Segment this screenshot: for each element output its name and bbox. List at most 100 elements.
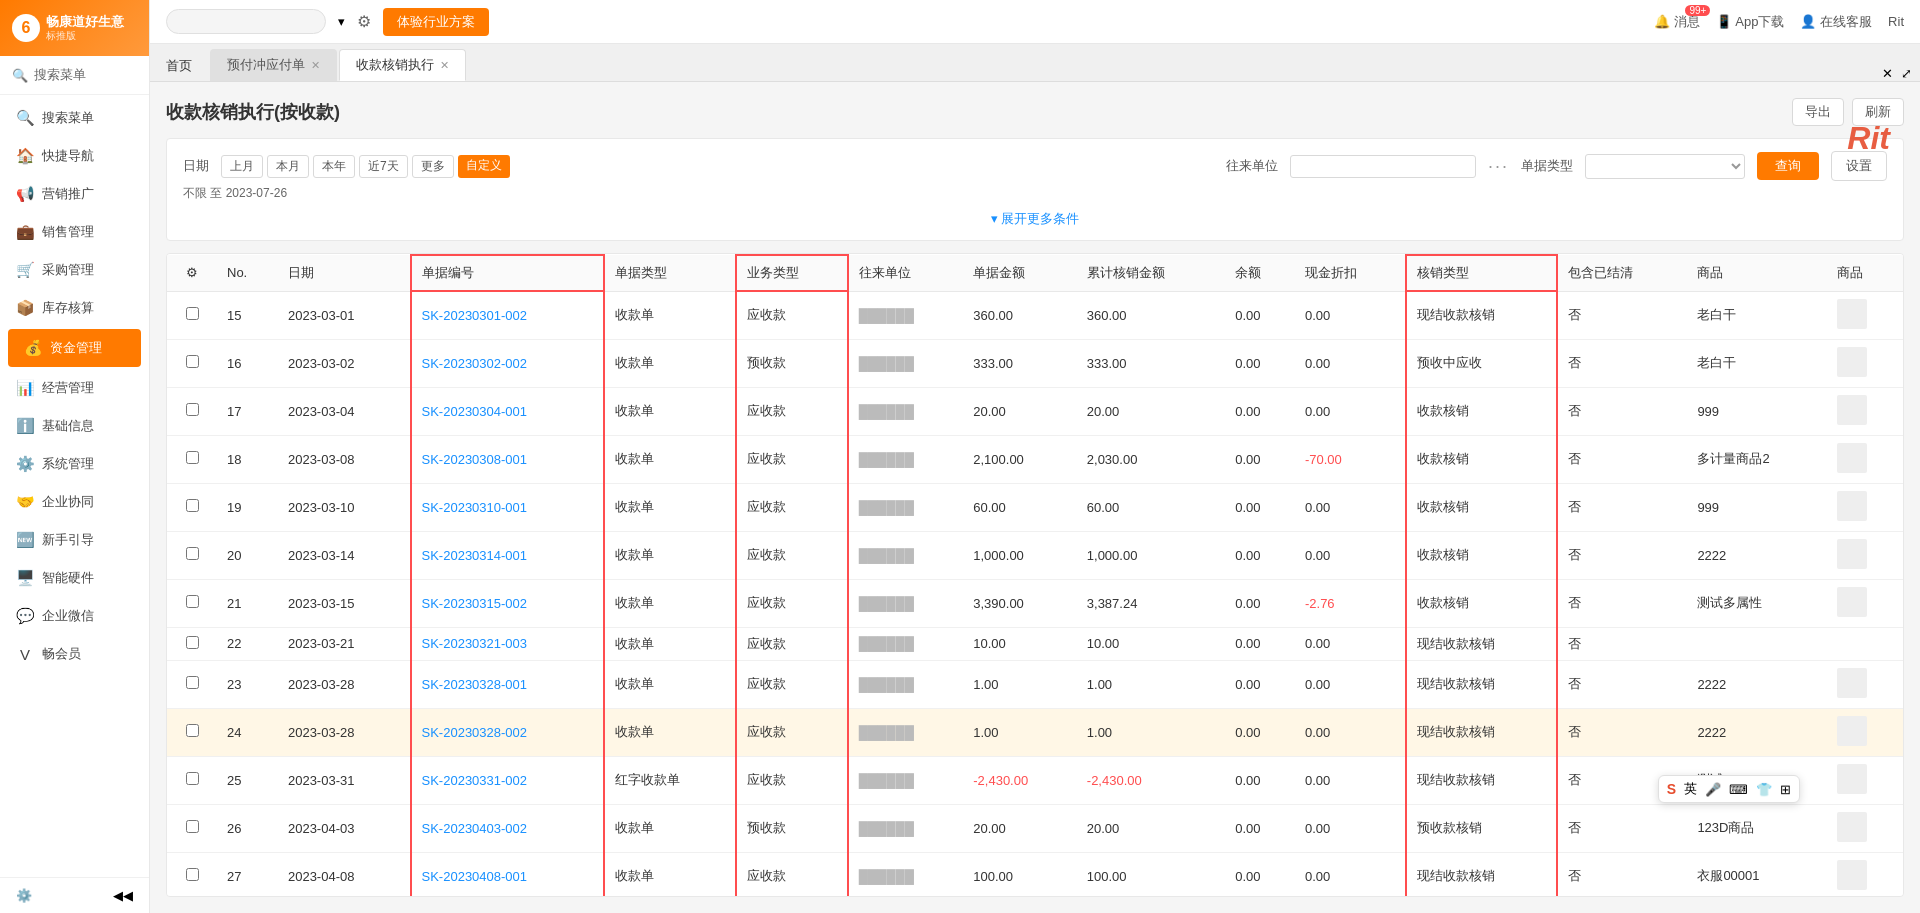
settings-col-icon[interactable]: ⚙ xyxy=(186,265,198,280)
ime-keyboard-icon[interactable]: ⌨ xyxy=(1729,782,1748,797)
inventory-icon: 📦 xyxy=(16,299,34,317)
sidebar-item-member[interactable]: V 畅会员 xyxy=(0,635,149,673)
sidebar-item-sales[interactable]: 💼 销售管理 xyxy=(0,213,149,251)
sidebar-item-operations[interactable]: 📊 经营管理 xyxy=(0,369,149,407)
sidebar-item-hardware[interactable]: 🖥️ 智能硬件 xyxy=(0,559,149,597)
sidebar-item-inventory[interactable]: 📦 库存核算 xyxy=(0,289,149,327)
sidebar-item-shortcut[interactable]: 🏠 快捷导航 xyxy=(0,137,149,175)
ime-grid-icon[interactable]: ⊞ xyxy=(1780,782,1791,797)
sidebar-item-wechat[interactable]: 💬 企业微信 xyxy=(0,597,149,635)
partner-input[interactable] xyxy=(1290,155,1476,178)
sidebar-search[interactable]: 🔍 搜索菜单 xyxy=(0,56,149,95)
cell-partner: ██████ xyxy=(848,708,964,756)
skucode-link[interactable]: SK-20230328-002 xyxy=(422,725,528,740)
row-checkbox-0[interactable] xyxy=(186,307,199,320)
row-checkbox-6[interactable] xyxy=(186,595,199,608)
skucode-link[interactable]: SK-20230328-001 xyxy=(422,677,528,692)
tab-receivable-close-icon[interactable]: ✕ xyxy=(440,59,449,72)
row-checkbox-12[interactable] xyxy=(186,868,199,881)
last-month-btn[interactable]: 上月 xyxy=(221,155,263,178)
cell-checkbox[interactable] xyxy=(167,531,217,579)
collapse-icon[interactable]: ◀◀ xyxy=(113,888,133,903)
row-checkbox-9[interactable] xyxy=(186,724,199,737)
skucode-link[interactable]: SK-20230321-003 xyxy=(422,636,528,651)
export-button[interactable]: 导出 xyxy=(1792,98,1844,126)
cell-checkbox[interactable] xyxy=(167,387,217,435)
app-download[interactable]: 📱 App下载 xyxy=(1716,13,1784,31)
sidebar-item-marketing[interactable]: 📢 营销推广 xyxy=(0,175,149,213)
th-settings[interactable]: ⚙ xyxy=(167,255,217,291)
this-year-btn[interactable]: 本年 xyxy=(313,155,355,178)
doc-type-select[interactable] xyxy=(1585,154,1745,179)
sidebar-item-search[interactable]: 🔍 搜索菜单 xyxy=(0,99,149,137)
tab-receivable[interactable]: 收款核销执行 ✕ xyxy=(339,49,466,81)
row-checkbox-4[interactable] xyxy=(186,499,199,512)
row-checkbox-10[interactable] xyxy=(186,772,199,785)
tab-home[interactable]: 首页 xyxy=(150,51,208,81)
skucode-link[interactable]: SK-20230403-002 xyxy=(422,821,528,836)
solution-button[interactable]: 体验行业方案 xyxy=(383,8,489,36)
sidebar-item-finance[interactable]: 💰 资金管理 xyxy=(8,329,141,367)
close-tab-icon[interactable]: ✕ xyxy=(1882,66,1893,81)
skucode-link[interactable]: SK-20230308-001 xyxy=(422,452,528,467)
last-7days-btn[interactable]: 近7天 xyxy=(359,155,408,178)
ime-lang-btn[interactable]: 英 xyxy=(1684,780,1697,798)
user-avatar[interactable]: Rit xyxy=(1888,14,1904,29)
skucode-link[interactable]: SK-20230315-002 xyxy=(422,596,528,611)
cell-checkbox[interactable] xyxy=(167,660,217,708)
query-button[interactable]: 查询 xyxy=(1757,152,1819,180)
custom-btn[interactable]: 自定义 xyxy=(458,155,510,178)
cell-checkbox[interactable] xyxy=(167,339,217,387)
skucode-link[interactable]: SK-20230301-002 xyxy=(422,308,528,323)
cell-skucode: SK-20230331-002 xyxy=(411,756,604,804)
row-checkbox-7[interactable] xyxy=(186,636,199,649)
ime-shirt-icon[interactable]: 👕 xyxy=(1756,782,1772,797)
skucode-link[interactable]: SK-20230304-001 xyxy=(422,404,528,419)
row-checkbox-2[interactable] xyxy=(186,403,199,416)
skucode-link[interactable]: SK-20230331-002 xyxy=(422,773,528,788)
cell-discount: 0.00 xyxy=(1295,627,1406,660)
more-btn[interactable]: 更多 xyxy=(412,155,454,178)
sidebar-item-system[interactable]: ⚙️ 系统管理 xyxy=(0,445,149,483)
cell-checkbox[interactable] xyxy=(167,627,217,660)
skucode-link[interactable]: SK-20230408-001 xyxy=(422,869,528,884)
row-checkbox-8[interactable] xyxy=(186,676,199,689)
row-checkbox-11[interactable] xyxy=(186,820,199,833)
skucode-link[interactable]: SK-20230302-002 xyxy=(422,356,528,371)
settings-icon[interactable]: ⚙️ xyxy=(16,888,32,903)
maximize-icon[interactable]: ⤢ xyxy=(1901,66,1912,81)
expand-filter-btn[interactable]: ▾ 展开更多条件 xyxy=(183,210,1887,228)
skucode-link[interactable]: SK-20230314-001 xyxy=(422,548,528,563)
sidebar-item-company[interactable]: 🤝 企业协同 xyxy=(0,483,149,521)
cell-checkbox[interactable] xyxy=(167,483,217,531)
this-month-btn[interactable]: 本月 xyxy=(267,155,309,178)
tab-prepay[interactable]: 预付冲应付单 ✕ xyxy=(210,49,337,81)
sidebar-item-basic[interactable]: ℹ️ 基础信息 xyxy=(0,407,149,445)
tab-prepay-close-icon[interactable]: ✕ xyxy=(311,59,320,72)
sidebar-item-purchase[interactable]: 🛒 采购管理 xyxy=(0,251,149,289)
cell-settled: 否 xyxy=(1557,435,1687,483)
cell-checkbox[interactable] xyxy=(167,435,217,483)
table-row: 17 2023-03-04 SK-20230304-001 收款单 应收款 ██… xyxy=(167,387,1903,435)
sidebar-item-guide[interactable]: 🆕 新手引导 xyxy=(0,521,149,559)
online-service[interactable]: 👤 在线客服 xyxy=(1800,13,1872,31)
row-checkbox-5[interactable] xyxy=(186,547,199,560)
cell-checkbox[interactable] xyxy=(167,852,217,897)
cell-closedamt: 360.00 xyxy=(1077,291,1225,339)
cell-checkbox[interactable] xyxy=(167,708,217,756)
cell-checkbox[interactable] xyxy=(167,291,217,339)
cell-goods2 xyxy=(1827,579,1903,627)
cell-checkbox[interactable] xyxy=(167,579,217,627)
date-label: 日期 xyxy=(183,157,209,175)
row-checkbox-3[interactable] xyxy=(186,451,199,464)
messages-badge[interactable]: 🔔 消息 99+ xyxy=(1654,13,1700,31)
ime-mic-icon[interactable]: 🎤 xyxy=(1705,782,1721,797)
cell-checkbox[interactable] xyxy=(167,756,217,804)
dropdown-icon[interactable]: ▾ xyxy=(338,14,345,29)
cell-closedamt: 100.00 xyxy=(1077,852,1225,897)
cell-checkbox[interactable] xyxy=(167,804,217,852)
skucode-link[interactable]: SK-20230310-001 xyxy=(422,500,528,515)
row-checkbox-1[interactable] xyxy=(186,355,199,368)
gear-icon[interactable]: ⚙ xyxy=(357,12,371,31)
topbar-search-input[interactable] xyxy=(166,9,326,34)
